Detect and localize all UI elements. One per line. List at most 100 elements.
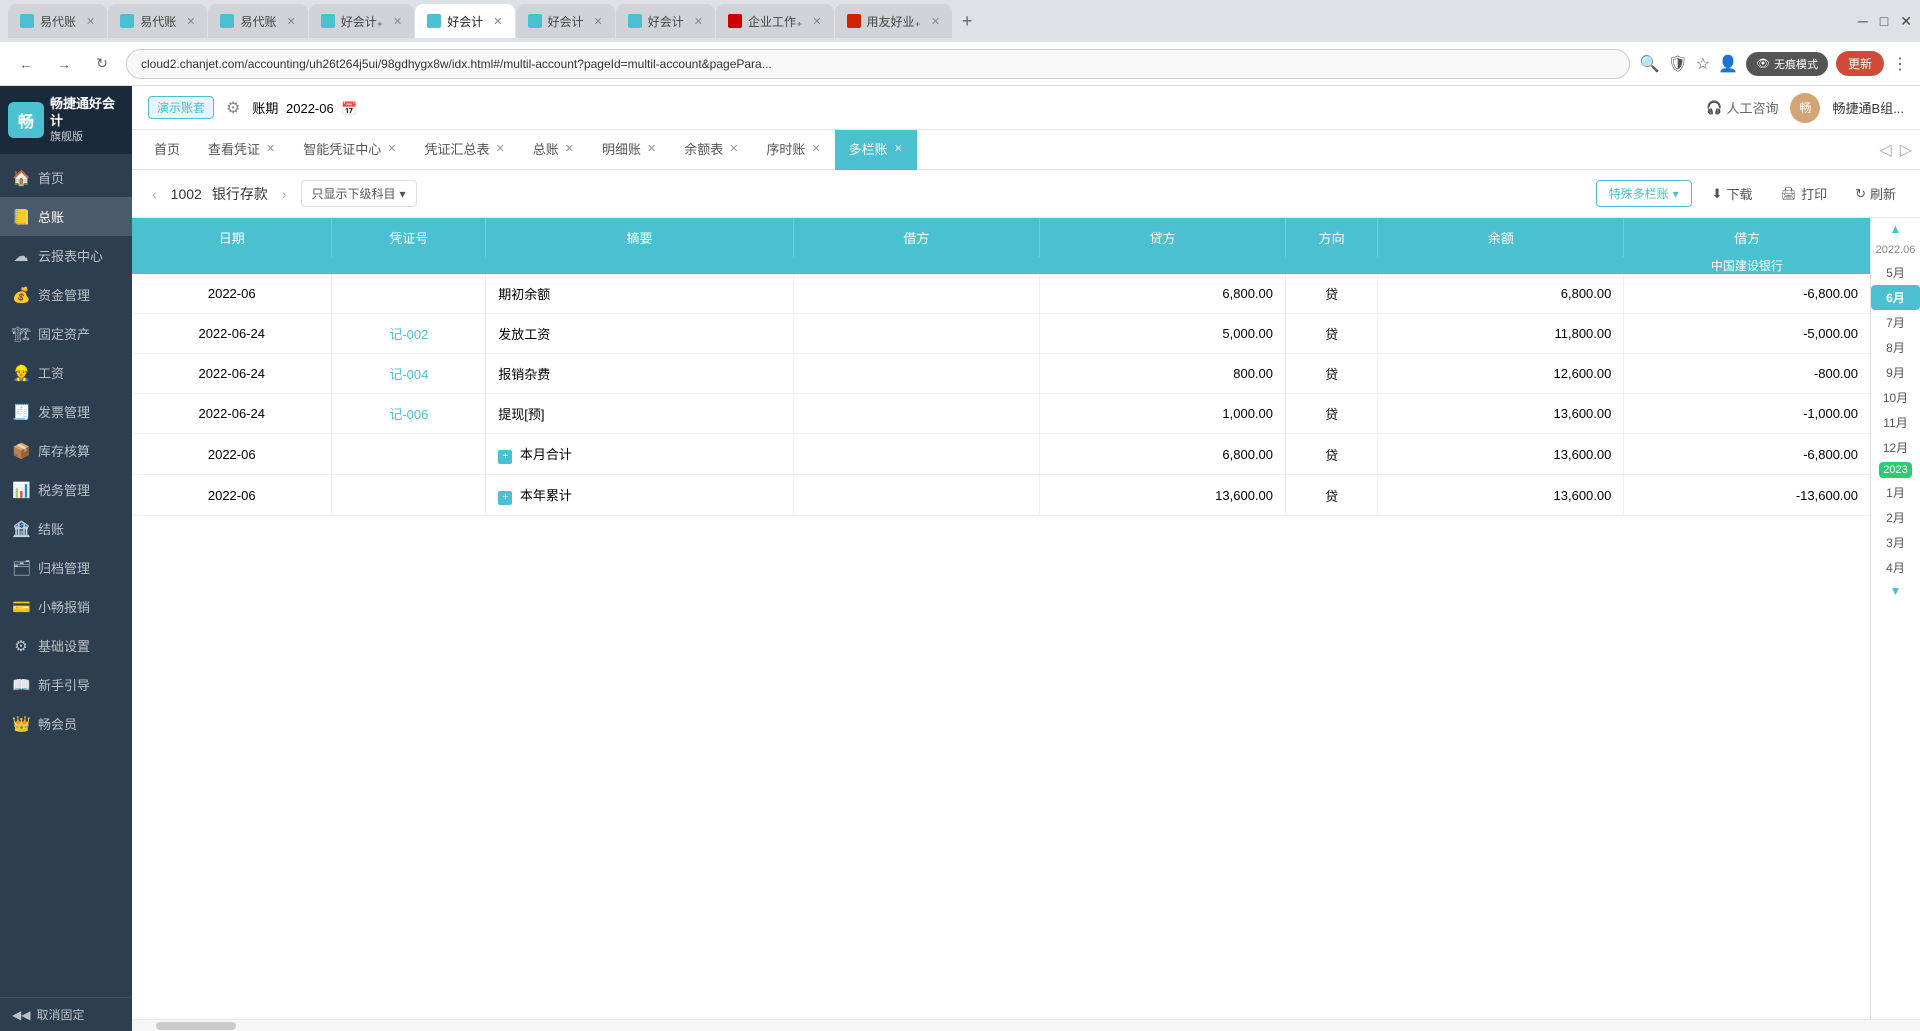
sidebar-item-fixed-assets[interactable]: 🏗 固定资产 <box>0 314 132 353</box>
tab-close-0[interactable]: ✕ <box>86 15 95 28</box>
tab-close-8[interactable]: ✕ <box>931 15 940 28</box>
tab-close-5[interactable]: ✕ <box>594 15 603 28</box>
calendar-month-oct[interactable]: 10月 <box>1871 385 1920 410</box>
browser-tab-0[interactable]: 易代账 ✕ <box>8 4 107 38</box>
sidebar-item-invoice[interactable]: 🧾 发票管理 <box>0 392 132 431</box>
sidebar-item-inventory[interactable]: 📦 库存核算 <box>0 431 132 470</box>
sidebar-item-expense[interactable]: 💳 小畅报销 <box>0 587 132 626</box>
tab-view-voucher-close[interactable]: ✕ <box>266 142 275 155</box>
star-icon[interactable]: ☆ <box>1696 54 1710 74</box>
calendar-month-may[interactable]: 5月 <box>1871 260 1920 285</box>
tab-smart-voucher-close[interactable]: ✕ <box>387 142 396 155</box>
back-button[interactable]: ← <box>12 50 40 78</box>
print-button[interactable]: 🖨 打印 <box>1773 180 1836 207</box>
tab-close-4[interactable]: ✕ <box>493 15 502 28</box>
calendar-month-feb[interactable]: 2月 <box>1871 505 1920 530</box>
minimize-button[interactable]: ─ <box>1858 13 1868 29</box>
browser-tab-2[interactable]: 易代账 ✕ <box>208 4 307 38</box>
sidebar-item-archive[interactable]: 🗂 归档管理 <box>0 548 132 587</box>
horizontal-scrollbar[interactable] <box>132 1019 1920 1031</box>
next-account-button[interactable]: › <box>278 182 291 206</box>
menu-icon[interactable]: ⋮ <box>1892 54 1908 74</box>
calendar-month-dec[interactable]: 12月 <box>1871 435 1920 460</box>
tab-detail-ledger[interactable]: 明细账 ✕ <box>588 130 670 170</box>
table-row: 2022-06 + 本月合计 6,800.00 贷 13,600.00 <box>132 434 1870 475</box>
sidebar-item-cloud-reports[interactable]: ☁ 云报表中心 <box>0 236 132 275</box>
calendar-month-jun[interactable]: 6月 <box>1871 285 1920 310</box>
tab-multi-column[interactable]: 多栏账 ✕ <box>835 130 917 170</box>
sidebar-item-funds[interactable]: 💰 资金管理 <box>0 275 132 314</box>
tab-balance-sheet[interactable]: 余额表 ✕ <box>670 130 752 170</box>
sidebar-item-home[interactable]: 🏠 首页 <box>0 158 132 197</box>
tab-detail-ledger-close[interactable]: ✕ <box>647 142 656 155</box>
no-trace-button[interactable]: 👁 无痕模式 <box>1746 52 1828 76</box>
download-button[interactable]: ⬇ 下载 <box>1704 180 1761 207</box>
refresh-button[interactable]: ↻ 刷新 <box>1847 180 1904 207</box>
browser-tab-4[interactable]: 好会计 ✕ <box>415 4 514 38</box>
h-scrollbar-thumb[interactable] <box>156 1022 236 1030</box>
calendar-month-nov[interactable]: 11月 <box>1871 410 1920 435</box>
address-input[interactable] <box>126 49 1630 79</box>
voucher-link-2[interactable]: 记-004 <box>389 367 428 382</box>
tab-general-ledger-close[interactable]: ✕ <box>565 142 574 155</box>
sidebar-item-guide[interactable]: 📖 新手引导 <box>0 665 132 704</box>
tab-journal[interactable]: 序时账 ✕ <box>752 130 834 170</box>
tab-smart-voucher[interactable]: 智能凭证中心 ✕ <box>289 130 410 170</box>
tab-voucher-summary[interactable]: 凭证汇总表 ✕ <box>410 130 518 170</box>
close-window-button[interactable]: ✕ <box>1900 13 1912 30</box>
sidebar-item-closing[interactable]: 🏦 结账 <box>0 509 132 548</box>
browser-tab-7[interactable]: 企业工作₊ ✕ <box>716 4 834 38</box>
profile-icon[interactable]: 👤 <box>1718 54 1738 74</box>
tab-journal-close[interactable]: ✕ <box>811 142 820 155</box>
browser-tab-6[interactable]: 好会计 ✕ <box>616 4 715 38</box>
voucher-link-3[interactable]: 记-006 <box>389 407 428 422</box>
search-icon[interactable]: 🔍 <box>1640 54 1660 74</box>
tab-voucher-summary-close[interactable]: ✕ <box>496 142 505 155</box>
expand-panel-icon[interactable]: ▷ <box>1900 140 1912 160</box>
sidebar-item-salary[interactable]: 👷 工资 <box>0 353 132 392</box>
calendar-icon[interactable]: 📅 <box>341 101 357 116</box>
collapse-panel-icon[interactable]: ◁ <box>1879 140 1891 160</box>
sidebar-item-tax[interactable]: 📊 税务管理 <box>0 470 132 509</box>
tab-view-voucher[interactable]: 查看凭证 ✕ <box>194 130 289 170</box>
new-tab-button[interactable]: + <box>953 7 981 35</box>
shield-icon[interactable]: 🛡 <box>1667 54 1687 74</box>
browser-tab-1[interactable]: 易代账 ✕ <box>108 4 207 38</box>
tab-home[interactable]: 首页 <box>140 130 194 170</box>
calendar-scroll-up[interactable]: ▲ <box>1871 218 1920 240</box>
reload-button[interactable]: ↻ <box>88 50 116 78</box>
sidebar-item-settings[interactable]: ⚙ 基础设置 <box>0 626 132 665</box>
calendar-month-jul[interactable]: 7月 <box>1871 310 1920 335</box>
filter-dropdown[interactable]: 只显示下级科目 ▾ <box>301 180 417 207</box>
calendar-scroll-down[interactable]: ▼ <box>1871 580 1920 602</box>
calendar-month-sep[interactable]: 9月 <box>1871 360 1920 385</box>
browser-tab-5[interactable]: 好会计 ✕ <box>516 4 615 38</box>
calendar-month-jan[interactable]: 1月 <box>1871 480 1920 505</box>
forward-button[interactable]: → <box>50 50 78 78</box>
tab-close-6[interactable]: ✕ <box>694 15 703 28</box>
calendar-month-apr[interactable]: 4月 <box>1871 555 1920 580</box>
tab-close-7[interactable]: ✕ <box>812 15 821 28</box>
browser-tab-8[interactable]: 用友好业₊ ✕ <box>835 4 953 38</box>
tab-multi-column-close[interactable]: ✕ <box>894 142 903 155</box>
update-button[interactable]: 更新 <box>1836 51 1884 76</box>
tab-close-1[interactable]: ✕ <box>186 15 195 28</box>
special-multi-column-button[interactable]: 特殊多栏账 ▾ <box>1596 180 1692 207</box>
voucher-link-1[interactable]: 记-002 <box>389 327 428 342</box>
settings-icon[interactable]: ⚙ <box>226 98 240 118</box>
tab-close-2[interactable]: ✕ <box>286 15 295 28</box>
col-balance: 余额 <box>1378 218 1624 257</box>
consult-button[interactable]: 🎧 人工咨询 <box>1706 98 1778 117</box>
prev-account-button[interactable]: ‹ <box>148 182 161 206</box>
unpin-button[interactable]: ◀◀ 取消固定 <box>12 1006 120 1023</box>
tab-close-3[interactable]: ✕ <box>393 15 402 28</box>
tab-general-ledger[interactable]: 总账 ✕ <box>519 130 588 170</box>
tab-balance-sheet-close[interactable]: ✕ <box>729 142 738 155</box>
calendar-month-mar[interactable]: 3月 <box>1871 530 1920 555</box>
maximize-button[interactable]: □ <box>1880 13 1888 29</box>
calendar-month-aug[interactable]: 8月 <box>1871 335 1920 360</box>
col-credit: 贷方 <box>1039 218 1285 257</box>
sidebar-item-ledger[interactable]: 📒 总账 <box>0 197 132 236</box>
browser-tab-3[interactable]: 好会计₊ ✕ <box>309 4 415 38</box>
sidebar-item-member[interactable]: 👑 畅会员 <box>0 704 132 743</box>
